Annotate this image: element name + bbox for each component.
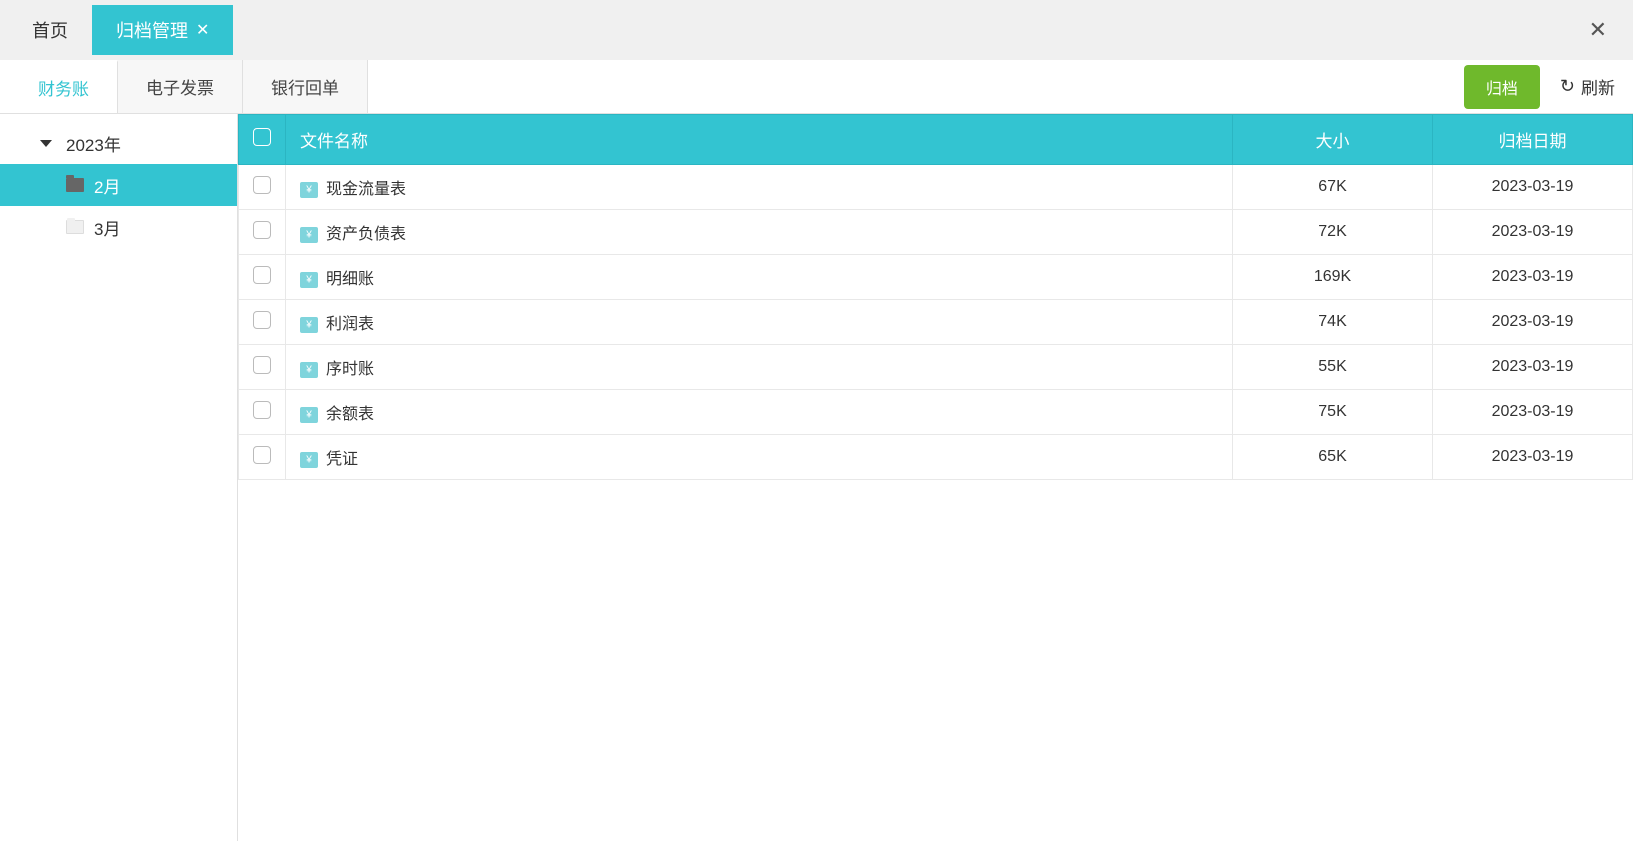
main-panel: 财务账 电子发票 银行回单 归档 ↻ 刷新 2023年 2月 bbox=[0, 60, 1633, 841]
header-size: 大小 bbox=[1233, 115, 1433, 165]
tree-node-month-3[interactable]: 3月 bbox=[0, 206, 237, 248]
file-name-cell: 明细账 bbox=[286, 255, 1233, 300]
tab-einvoice-label: 电子发票 bbox=[146, 74, 214, 99]
file-size-cell: 55K bbox=[1233, 345, 1433, 390]
file-date-cell: 2023-03-19 bbox=[1433, 255, 1633, 300]
file-date-cell: 2023-03-19 bbox=[1433, 345, 1633, 390]
tab-archive-label: 归档管理 bbox=[116, 17, 188, 43]
file-icon bbox=[300, 272, 318, 288]
file-size-cell: 74K bbox=[1233, 300, 1433, 345]
tab-home-label: 首页 bbox=[32, 17, 68, 43]
row-checkbox[interactable] bbox=[253, 221, 271, 239]
file-table: 文件名称 大小 归档日期 现金流量表67K2023-03-19资产负债表72K2… bbox=[238, 114, 1633, 480]
file-icon bbox=[300, 317, 318, 333]
file-name-cell: 现金流量表 bbox=[286, 165, 1233, 210]
year-label: 2023年 bbox=[66, 131, 121, 156]
tree-node-year-2023[interactable]: 2023年 bbox=[0, 122, 237, 164]
table-row[interactable]: 余额表 75K2023-03-19 bbox=[239, 390, 1633, 435]
file-name-label: 序时账 bbox=[326, 361, 374, 378]
row-checkbox-cell bbox=[239, 210, 286, 255]
row-checkbox[interactable] bbox=[253, 401, 271, 419]
file-name-label: 明细账 bbox=[326, 271, 374, 288]
tree-node-month-2[interactable]: 2月 bbox=[0, 164, 237, 206]
row-checkbox-cell bbox=[239, 435, 286, 480]
table-header-row: 文件名称 大小 归档日期 bbox=[239, 115, 1633, 165]
table-row[interactable]: 利润表 74K2023-03-19 bbox=[239, 300, 1633, 345]
row-checkbox[interactable] bbox=[253, 446, 271, 464]
row-checkbox[interactable] bbox=[253, 266, 271, 284]
file-icon bbox=[300, 182, 318, 198]
file-name-label: 现金流量表 bbox=[326, 181, 406, 198]
file-name-cell: 利润表 bbox=[286, 300, 1233, 345]
file-size-cell: 67K bbox=[1233, 165, 1433, 210]
folder-icon bbox=[66, 220, 84, 234]
file-name-cell: 序时账 bbox=[286, 345, 1233, 390]
tab-home[interactable]: 首页 bbox=[8, 5, 92, 55]
tab-einvoice[interactable]: 电子发票 bbox=[118, 60, 243, 113]
file-icon bbox=[300, 227, 318, 243]
header-name: 文件名称 bbox=[286, 115, 1233, 165]
table-row[interactable]: 凭证 65K2023-03-19 bbox=[239, 435, 1633, 480]
row-checkbox-cell bbox=[239, 345, 286, 390]
table-row[interactable]: 资产负债表 72K2023-03-19 bbox=[239, 210, 1633, 255]
file-table-area: 文件名称 大小 归档日期 现金流量表67K2023-03-19资产负债表72K2… bbox=[238, 114, 1633, 841]
refresh-button[interactable]: ↻ 刷新 bbox=[1560, 74, 1615, 99]
file-date-cell: 2023-03-19 bbox=[1433, 435, 1633, 480]
month-label: 2月 bbox=[94, 173, 120, 198]
tab-bank-label: 银行回单 bbox=[271, 74, 339, 99]
month-label: 3月 bbox=[94, 215, 120, 240]
file-name-cell: 余额表 bbox=[286, 390, 1233, 435]
refresh-icon: ↻ bbox=[1560, 76, 1575, 97]
file-name-label: 利润表 bbox=[326, 316, 374, 333]
file-name-label: 资产负债表 bbox=[326, 226, 406, 243]
caret-down-icon bbox=[40, 140, 52, 147]
header-checkbox-cell bbox=[239, 115, 286, 165]
file-date-cell: 2023-03-19 bbox=[1433, 210, 1633, 255]
row-checkbox[interactable] bbox=[253, 356, 271, 374]
row-checkbox-cell bbox=[239, 390, 286, 435]
file-name-cell: 凭证 bbox=[286, 435, 1233, 480]
archive-button-label: 归档 bbox=[1486, 81, 1518, 98]
table-row[interactable]: 明细账 169K2023-03-19 bbox=[239, 255, 1633, 300]
file-date-cell: 2023-03-19 bbox=[1433, 300, 1633, 345]
content-area: 2023年 2月 3月 文件名称 大小 bbox=[0, 114, 1633, 841]
category-tab-bar: 财务账 电子发票 银行回单 归档 ↻ 刷新 bbox=[0, 60, 1633, 114]
archive-button[interactable]: 归档 bbox=[1464, 65, 1540, 109]
file-name-label: 凭证 bbox=[326, 451, 358, 468]
file-icon bbox=[300, 362, 318, 378]
file-name-label: 余额表 bbox=[326, 406, 374, 423]
file-size-cell: 65K bbox=[1233, 435, 1433, 480]
select-all-checkbox[interactable] bbox=[253, 128, 271, 146]
tab-archive-management[interactable]: 归档管理 ✕ bbox=[92, 5, 233, 55]
close-all-tabs-icon[interactable]: ✕ bbox=[1581, 13, 1615, 47]
row-checkbox-cell bbox=[239, 165, 286, 210]
row-checkbox-cell bbox=[239, 300, 286, 345]
row-checkbox-cell bbox=[239, 255, 286, 300]
toolbar: 归档 ↻ 刷新 bbox=[1464, 65, 1615, 109]
row-checkbox[interactable] bbox=[253, 311, 271, 329]
file-size-cell: 72K bbox=[1233, 210, 1433, 255]
table-row[interactable]: 序时账 55K2023-03-19 bbox=[239, 345, 1633, 390]
file-date-cell: 2023-03-19 bbox=[1433, 165, 1633, 210]
tab-bank-receipt[interactable]: 银行回单 bbox=[243, 60, 368, 113]
table-row[interactable]: 现金流量表 67K2023-03-19 bbox=[239, 165, 1633, 210]
folder-icon bbox=[66, 178, 84, 192]
file-icon bbox=[300, 407, 318, 423]
refresh-label: 刷新 bbox=[1581, 74, 1615, 99]
folder-tree: 2023年 2月 3月 bbox=[0, 114, 238, 841]
row-checkbox[interactable] bbox=[253, 176, 271, 194]
file-icon bbox=[300, 452, 318, 468]
file-name-cell: 资产负债表 bbox=[286, 210, 1233, 255]
header-date: 归档日期 bbox=[1433, 115, 1633, 165]
file-date-cell: 2023-03-19 bbox=[1433, 390, 1633, 435]
tab-finance[interactable]: 财务账 bbox=[10, 60, 118, 113]
file-size-cell: 75K bbox=[1233, 390, 1433, 435]
top-tab-bar: 首页 归档管理 ✕ ✕ bbox=[0, 0, 1633, 60]
tab-finance-label: 财务账 bbox=[38, 75, 89, 100]
file-size-cell: 169K bbox=[1233, 255, 1433, 300]
close-icon[interactable]: ✕ bbox=[196, 20, 209, 40]
